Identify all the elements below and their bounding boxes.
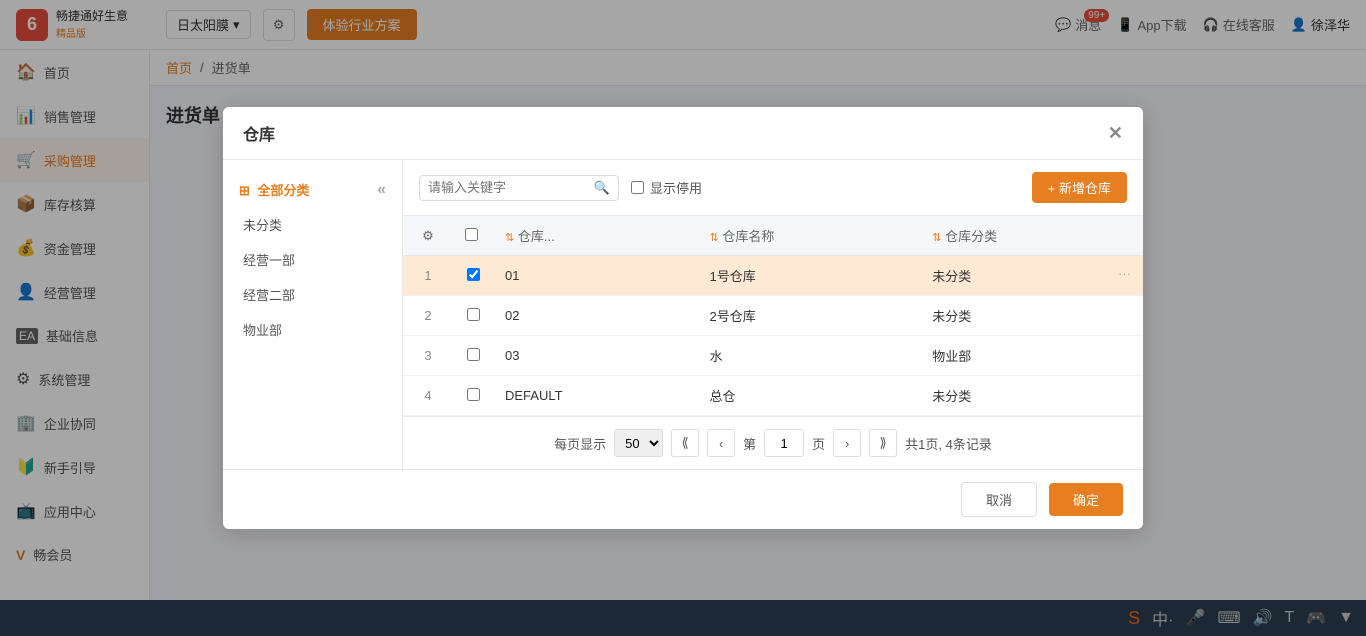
show-disabled-checkbox[interactable] <box>631 181 644 194</box>
table-row[interactable]: 3 03 水 物业部 <box>403 336 1143 376</box>
per-page-label: 每页显示 <box>554 434 606 453</box>
col-name: ⇅ 仓库名称 <box>697 216 920 256</box>
grid-icon: ⊞ <box>239 183 250 198</box>
first-page-button[interactable]: ⟪ <box>671 429 699 457</box>
data-table: ⚙ ⇅ 仓库... ⇅ 仓库名称 <box>403 216 1143 416</box>
row-checkbox[interactable] <box>453 256 493 296</box>
row-code: 03 <box>493 336 697 376</box>
total-info: 共1页, 4条记录 <box>905 434 992 453</box>
modal-pagination: 每页显示 50 ⟪ ‹ 第 页 › ⟫ 共1页, 4条记录 <box>403 416 1143 469</box>
per-page-select[interactable]: 50 <box>614 429 663 457</box>
sort-icon-category: ⇅ <box>932 232 941 244</box>
modal-overlay: 仓库 ✕ ⊞ 全部分类 « 未分类 经营一部 <box>0 0 1366 636</box>
row-select-checkbox[interactable] <box>467 348 480 361</box>
category-item-dept1[interactable]: 经营一部 <box>223 242 402 277</box>
warehouse-table: ⚙ ⇅ 仓库... ⇅ 仓库名称 <box>403 216 1143 416</box>
sort-icon-code: ⇅ <box>505 232 514 244</box>
prev-page-button[interactable]: ‹ <box>707 429 735 457</box>
search-input[interactable] <box>428 180 588 195</box>
row-checkbox[interactable] <box>453 376 493 416</box>
modal-body: ⊞ 全部分类 « 未分类 经营一部 经营二部 物业部 <box>223 160 1143 469</box>
last-page-button[interactable]: ⟫ <box>869 429 897 457</box>
all-category-label: 全部分类 <box>258 183 310 198</box>
category-item-dept2[interactable]: 经营二部 <box>223 277 402 312</box>
all-category-header[interactable]: ⊞ 全部分类 « <box>223 172 402 207</box>
row-name: 总仓 <box>697 376 920 416</box>
warehouse-modal: 仓库 ✕ ⊞ 全部分类 « 未分类 经营一部 <box>223 107 1143 529</box>
search-box: 🔍 <box>419 175 619 201</box>
table-row[interactable]: 4 DEFAULT 总仓 未分类 <box>403 376 1143 416</box>
row-actions[interactable]: ··· <box>1118 266 1131 281</box>
sort-icon-name: ⇅ <box>709 232 718 244</box>
row-category: 未分类 <box>920 296 1143 336</box>
row-select-checkbox[interactable] <box>467 268 480 281</box>
show-disabled-label: 显示停用 <box>650 178 702 197</box>
col-category: ⇅ 仓库分类 <box>920 216 1143 256</box>
row-category: 物业部 <box>920 336 1143 376</box>
page-label: 第 <box>743 434 756 453</box>
row-number: 3 <box>403 336 453 376</box>
cancel-button[interactable]: 取消 <box>961 482 1037 517</box>
row-name: 水 <box>697 336 920 376</box>
row-number: 4 <box>403 376 453 416</box>
table-body: 1 01 1号仓库 未分类 ··· 2 02 2号仓库 未分类 3 03 水 物… <box>403 256 1143 416</box>
table-row[interactable]: 1 01 1号仓库 未分类 ··· <box>403 256 1143 296</box>
row-name: 1号仓库 <box>697 256 920 296</box>
col-settings[interactable]: ⚙ <box>403 216 453 256</box>
modal-toolbar: 🔍 显示停用 + 新增仓库 <box>403 160 1143 216</box>
modal-category-panel: ⊞ 全部分类 « 未分类 经营一部 经营二部 物业部 <box>223 160 403 469</box>
collapse-button[interactable]: « <box>377 181 386 199</box>
add-warehouse-button[interactable]: + 新增仓库 <box>1032 172 1127 203</box>
row-code: 02 <box>493 296 697 336</box>
row-checkbox[interactable] <box>453 296 493 336</box>
modal-header: 仓库 ✕ <box>223 107 1143 160</box>
table-row[interactable]: 2 02 2号仓库 未分类 <box>403 296 1143 336</box>
confirm-button[interactable]: 确定 <box>1049 483 1123 516</box>
row-checkbox[interactable] <box>453 336 493 376</box>
row-number: 2 <box>403 296 453 336</box>
col-checkbox <box>453 216 493 256</box>
row-category: 未分类 <box>920 376 1143 416</box>
next-page-button[interactable]: › <box>833 429 861 457</box>
row-name: 2号仓库 <box>697 296 920 336</box>
row-code: DEFAULT <box>493 376 697 416</box>
modal-title: 仓库 <box>243 121 275 145</box>
row-category: 未分类 ··· <box>920 256 1143 296</box>
row-select-checkbox[interactable] <box>467 308 480 321</box>
table-header-row: ⚙ ⇅ 仓库... ⇅ 仓库名称 <box>403 216 1143 256</box>
page-number-input[interactable] <box>764 429 804 457</box>
row-select-checkbox[interactable] <box>467 388 480 401</box>
modal-table-panel: 🔍 显示停用 + 新增仓库 ⚙ <box>403 160 1143 469</box>
col-code: ⇅ 仓库... <box>493 216 697 256</box>
category-item-unclassified[interactable]: 未分类 <box>223 207 402 242</box>
category-item-property[interactable]: 物业部 <box>223 312 402 347</box>
modal-close-button[interactable]: ✕ <box>1108 123 1123 144</box>
row-number: 1 <box>403 256 453 296</box>
row-code: 01 <box>493 256 697 296</box>
search-icon: 🔍 <box>594 180 610 196</box>
modal-footer: 取消 确定 <box>223 469 1143 529</box>
show-disabled-checkbox-label[interactable]: 显示停用 <box>631 178 702 197</box>
select-all-checkbox[interactable] <box>465 228 478 241</box>
page-suffix: 页 <box>812 434 825 453</box>
